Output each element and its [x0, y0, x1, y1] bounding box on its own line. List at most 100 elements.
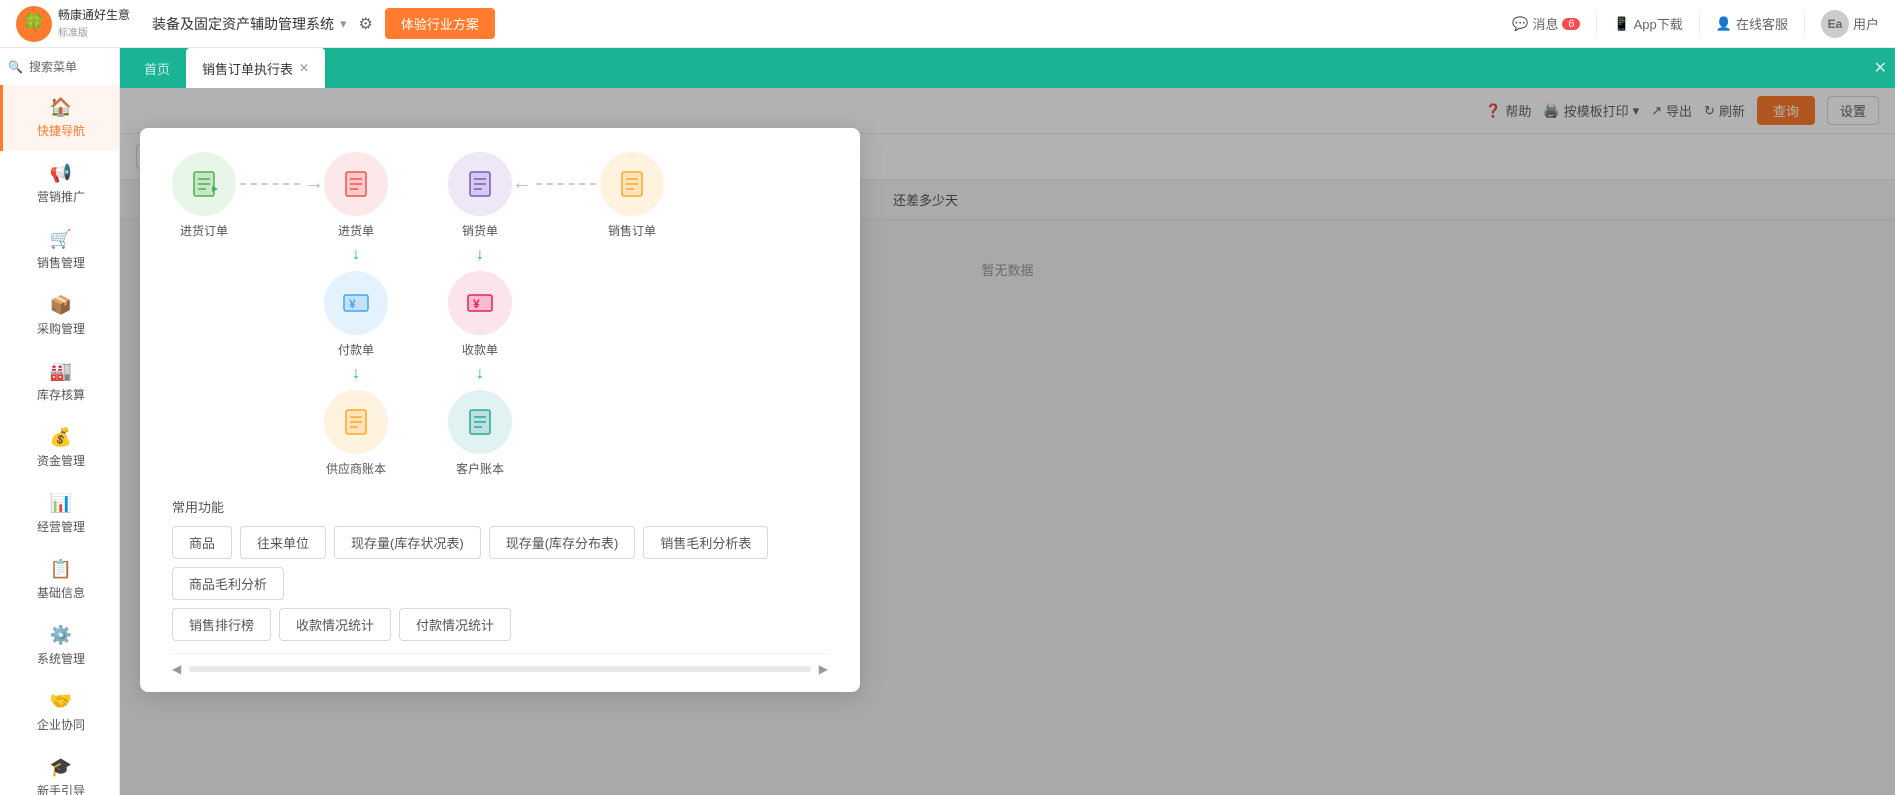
sidebar-item-label-newbie: 新手引导	[37, 782, 85, 795]
logo-text-group: 畅康通好生意 标准版	[58, 8, 130, 39]
func-buttons-group-2: 销售排行榜 收款情况统计 付款情况统计	[172, 608, 828, 641]
sales-icon: 🛒	[50, 229, 72, 250]
finance-icon: 💰	[50, 427, 72, 448]
arrow-1: →	[236, 152, 324, 195]
flow-node-customer-ledger[interactable]: 客户账本	[448, 390, 512, 477]
flow-node-receipt-bill[interactable]: ¥ 收款单	[448, 271, 512, 358]
message-item[interactable]: 💬 消息 6	[1512, 14, 1580, 33]
user-item[interactable]: Ea 用户	[1821, 10, 1879, 38]
operations-icon: 📊	[50, 493, 72, 514]
scroll-track[interactable]	[189, 666, 811, 672]
tab-sales-order[interactable]: 销售订单执行表 ✕	[186, 48, 325, 88]
tab-home-label: 首页	[144, 59, 170, 78]
online-service-label: 在线客服	[1736, 14, 1788, 33]
arrow-left-1: ←	[512, 172, 532, 195]
arrow-down-3: ↓	[476, 247, 484, 263]
func-btn-8[interactable]: 付款情况统计	[399, 608, 511, 641]
tab-close-icon[interactable]: ✕	[299, 61, 309, 75]
tab-bar: 首页 销售订单执行表 ✕ ✕	[120, 48, 1895, 88]
sidebar-item-label-finance: 资金管理	[37, 452, 85, 469]
func-btn-5[interactable]: 商品毛利分析	[172, 567, 284, 600]
sidebar-item-basic-info[interactable]: 📋 基础信息	[0, 547, 119, 613]
func-btn-1[interactable]: 往来单位	[240, 526, 326, 559]
sales-bill-label: 销货单	[462, 222, 498, 239]
sidebar-item-label-basic-info: 基础信息	[37, 584, 85, 601]
arrow-down-4: ↓	[476, 366, 484, 382]
receipt-bill-circle: ¥	[448, 271, 512, 335]
sales-order-circle	[600, 152, 664, 216]
sidebar-item-newbie[interactable]: 🎓 新手引导	[0, 745, 119, 795]
search-menu-label: 搜索菜单	[29, 58, 77, 75]
tab-bar-close-icon[interactable]: ✕	[1874, 58, 1887, 78]
basic-info-icon: 📋	[50, 559, 72, 580]
quick-nav-modal: 进货订单 →	[140, 128, 860, 692]
logo-icon: 🍀	[16, 6, 52, 42]
flow-node-payment-bill[interactable]: ¥ 付款单	[324, 271, 388, 358]
func-btn-4[interactable]: 销售毛利分析表	[643, 526, 768, 559]
divider-1	[1596, 14, 1597, 34]
func-btn-3[interactable]: 现存量(库存分布表)	[489, 526, 636, 559]
settings-icon[interactable]: ⚙	[359, 14, 373, 34]
tab-home[interactable]: 首页	[128, 48, 186, 88]
tab-sales-order-label: 销售订单执行表	[202, 59, 293, 78]
sidebar-item-quick-nav[interactable]: 🏠 快捷导航	[0, 85, 119, 151]
sales-order-node-label: 销售订单	[608, 222, 656, 239]
func-btn-2[interactable]: 现存量(库存状况表)	[334, 526, 481, 559]
arrow-down-1: ↓	[352, 247, 360, 263]
receipt-bill-label: 收款单	[462, 341, 498, 358]
sidebar-item-finance[interactable]: 💰 资金管理	[0, 415, 119, 481]
sidebar-item-system[interactable]: ⚙️ 系统管理	[0, 613, 119, 679]
flow-col-4: 销售订单	[600, 152, 664, 239]
flow-node-purchase-bill[interactable]: 进货单	[324, 152, 388, 239]
system-name-area: 装备及固定资产辅助管理系统 ▾ ⚙ 体验行业方案	[152, 8, 1512, 39]
user-avatar: Ea	[1821, 10, 1849, 38]
flow-node-supplier-ledger[interactable]: 供应商账本	[324, 390, 388, 477]
sidebar-item-marketing[interactable]: 📢 营销推广	[0, 151, 119, 217]
customer-ledger-label: 客户账本	[456, 460, 504, 477]
arrow-2: ←	[512, 152, 600, 195]
divider-3	[1804, 14, 1805, 34]
supplier-ledger-circle	[324, 390, 388, 454]
sidebar-item-operations[interactable]: 📊 经营管理	[0, 481, 119, 547]
func-btn-0[interactable]: 商品	[172, 526, 232, 559]
purchase-bill-label: 进货单	[338, 222, 374, 239]
cooperation-icon: 🤝	[50, 691, 72, 712]
online-service-item[interactable]: 👤 在线客服	[1716, 14, 1788, 33]
flow-node-sales-bill[interactable]: 销货单	[448, 152, 512, 239]
sidebar-item-inventory[interactable]: 🏭 库存核算	[0, 349, 119, 415]
sidebar-item-cooperation[interactable]: 🤝 企业协同	[0, 679, 119, 745]
sales-bill-circle	[448, 152, 512, 216]
inventory-icon: 🏭	[50, 361, 72, 382]
search-icon: 🔍	[8, 60, 23, 74]
search-menu[interactable]: 🔍 搜索菜单	[0, 48, 119, 85]
sidebar-item-purchase[interactable]: 📦 采购管理	[0, 283, 119, 349]
arrow-right-1: →	[304, 172, 324, 195]
inner-content: ❓ 帮助 🖨️ 按模板打印 ▾ ↗ 导出 ↻ 刷新 查询 设置	[120, 88, 1895, 795]
scroll-right-btn[interactable]: ▶	[819, 662, 828, 676]
sidebar-item-sales[interactable]: 🛒 销售管理	[0, 217, 119, 283]
flow-node-sales-order-node[interactable]: 销售订单	[600, 152, 664, 239]
app-download-item[interactable]: 📱 App下载	[1613, 14, 1682, 33]
dropdown-icon[interactable]: ▾	[340, 16, 347, 32]
sidebar-item-label-quick-nav: 快捷导航	[37, 122, 85, 139]
scroll-left-btn[interactable]: ◀	[172, 662, 181, 676]
func-btn-6[interactable]: 销售排行榜	[172, 608, 271, 641]
dashed-line-1	[240, 183, 300, 185]
flow-col-2: 进货单 ↓ ¥ 付款单 ↓	[324, 152, 388, 477]
flow-node-purchase-order[interactable]: 进货订单	[172, 152, 236, 239]
sidebar-item-label-inventory: 库存核算	[37, 386, 85, 403]
customer-ledger-circle	[448, 390, 512, 454]
func-btn-7[interactable]: 收款情况统计	[279, 608, 391, 641]
sidebar-item-label-cooperation: 企业协同	[37, 716, 85, 733]
logo-name: 畅康通好生意	[58, 8, 130, 24]
trial-button[interactable]: 体验行业方案	[385, 8, 495, 39]
flow-col-1: 进货订单	[172, 152, 236, 239]
purchase-bill-circle	[324, 152, 388, 216]
service-icon: 👤	[1716, 16, 1732, 32]
main-layout: 🔍 搜索菜单 🏠 快捷导航 📢 营销推广 🛒 销售管理 📦 采购管理 🏭 库存核…	[0, 48, 1895, 795]
app-download-icon: 📱	[1613, 16, 1629, 32]
supplier-ledger-label: 供应商账本	[326, 460, 386, 477]
modal-overlay[interactable]: 进货订单 →	[120, 88, 1895, 795]
purchase-order-label: 进货订单	[180, 222, 228, 239]
dashed-line-2	[536, 183, 596, 185]
